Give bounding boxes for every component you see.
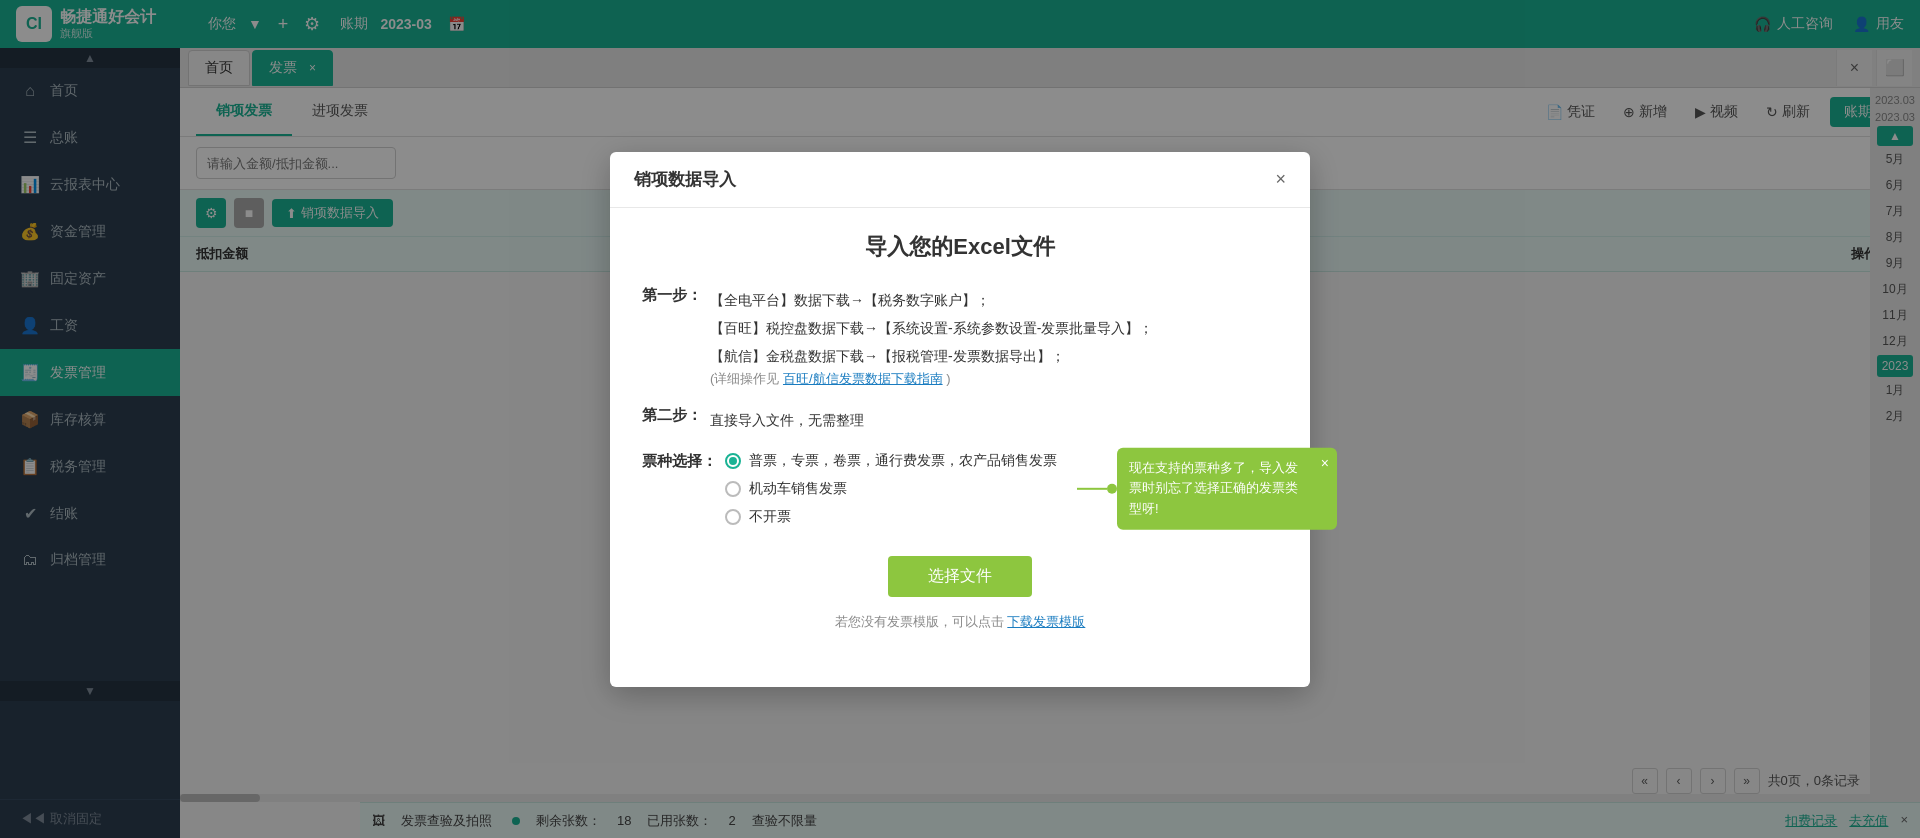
radio-row-3[interactable]: 不开票	[725, 508, 1057, 526]
step2-label: 第二步：	[642, 406, 702, 425]
ticket-select-section: 票种选择： 普票，专票，卷票，通行费发票，农产品销售发票 机动车销售发票	[642, 452, 1278, 536]
dialog-body: 导入您的Excel文件 第一步： 【全电平台】数据下载→【税务数字账户】； 【百…	[610, 208, 1310, 655]
step1-line-1: 【全电平台】数据下载→【税务数字账户】；	[710, 286, 1153, 314]
radio-2[interactable]	[725, 481, 741, 497]
step1-line-2: 【百旺】税控盘数据下载→【系统设置-系统参数设置-发票批量导入】；	[710, 314, 1153, 342]
radio-row-1[interactable]: 普票，专票，卷票，通行费发票，农产品销售发票	[725, 452, 1057, 470]
tooltip-close-btn[interactable]: ×	[1321, 451, 1329, 473]
radio-label-3: 不开票	[749, 508, 791, 526]
radio-3[interactable]	[725, 509, 741, 525]
tooltip-bubble: × 现在支持的票种多了，导入发票时别忘了选择正确的发票类型呀!	[1117, 447, 1337, 529]
radio-label-1: 普票，专票，卷票，通行费发票，农产品销售发票	[749, 452, 1057, 470]
step2-text: 直接导入文件，无需整理	[710, 406, 864, 434]
dialog-header: 销项数据导入 ×	[610, 152, 1310, 208]
dialog-title: 销项数据导入	[634, 168, 736, 191]
step1-note: (详细操作见 百旺/航信发票数据下载指南 )	[710, 370, 1153, 388]
step1-download-link[interactable]: 百旺/航信发票数据下载指南	[783, 371, 943, 386]
download-note: 若您没有发票模版，可以点击 下载发票模版	[642, 613, 1278, 631]
import-dialog: 销项数据导入 × 导入您的Excel文件 第一步： 【全电平台】数据下载→【税务…	[610, 152, 1310, 687]
radio-row-2[interactable]: 机动车销售发票 × 现在支持的票种多了，导入发票时别忘了选择正确的发票类型呀!	[725, 480, 1057, 498]
dialog-main-title: 导入您的Excel文件	[642, 232, 1278, 262]
ticket-label: 票种选择：	[642, 452, 717, 471]
radio-label-2: 机动车销售发票	[749, 480, 847, 498]
dialog-close-btn[interactable]: ×	[1275, 169, 1286, 190]
download-template-link[interactable]: 下载发票模版	[1007, 614, 1085, 629]
step1-label: 第一步：	[642, 286, 702, 305]
tooltip-text: 现在支持的票种多了，导入发票时别忘了选择正确的发票类型呀!	[1129, 459, 1298, 516]
tooltip-dot	[1107, 483, 1117, 493]
tooltip-line	[1077, 487, 1107, 489]
select-file-btn[interactable]: 选择文件	[888, 556, 1032, 597]
step1-section: 第一步： 【全电平台】数据下载→【税务数字账户】； 【百旺】税控盘数据下载→【系…	[642, 286, 1278, 388]
step1-line-3: 【航信】金税盘数据下载→【报税管理-发票数据导出】；	[710, 342, 1153, 370]
step2-section: 第二步： 直接导入文件，无需整理	[642, 406, 1278, 434]
modal-overlay: 销项数据导入 × 导入您的Excel文件 第一步： 【全电平台】数据下载→【税务…	[0, 0, 1920, 838]
tooltip-container: × 现在支持的票种多了，导入发票时别忘了选择正确的发票类型呀!	[1077, 447, 1337, 529]
radio-1[interactable]	[725, 453, 741, 469]
